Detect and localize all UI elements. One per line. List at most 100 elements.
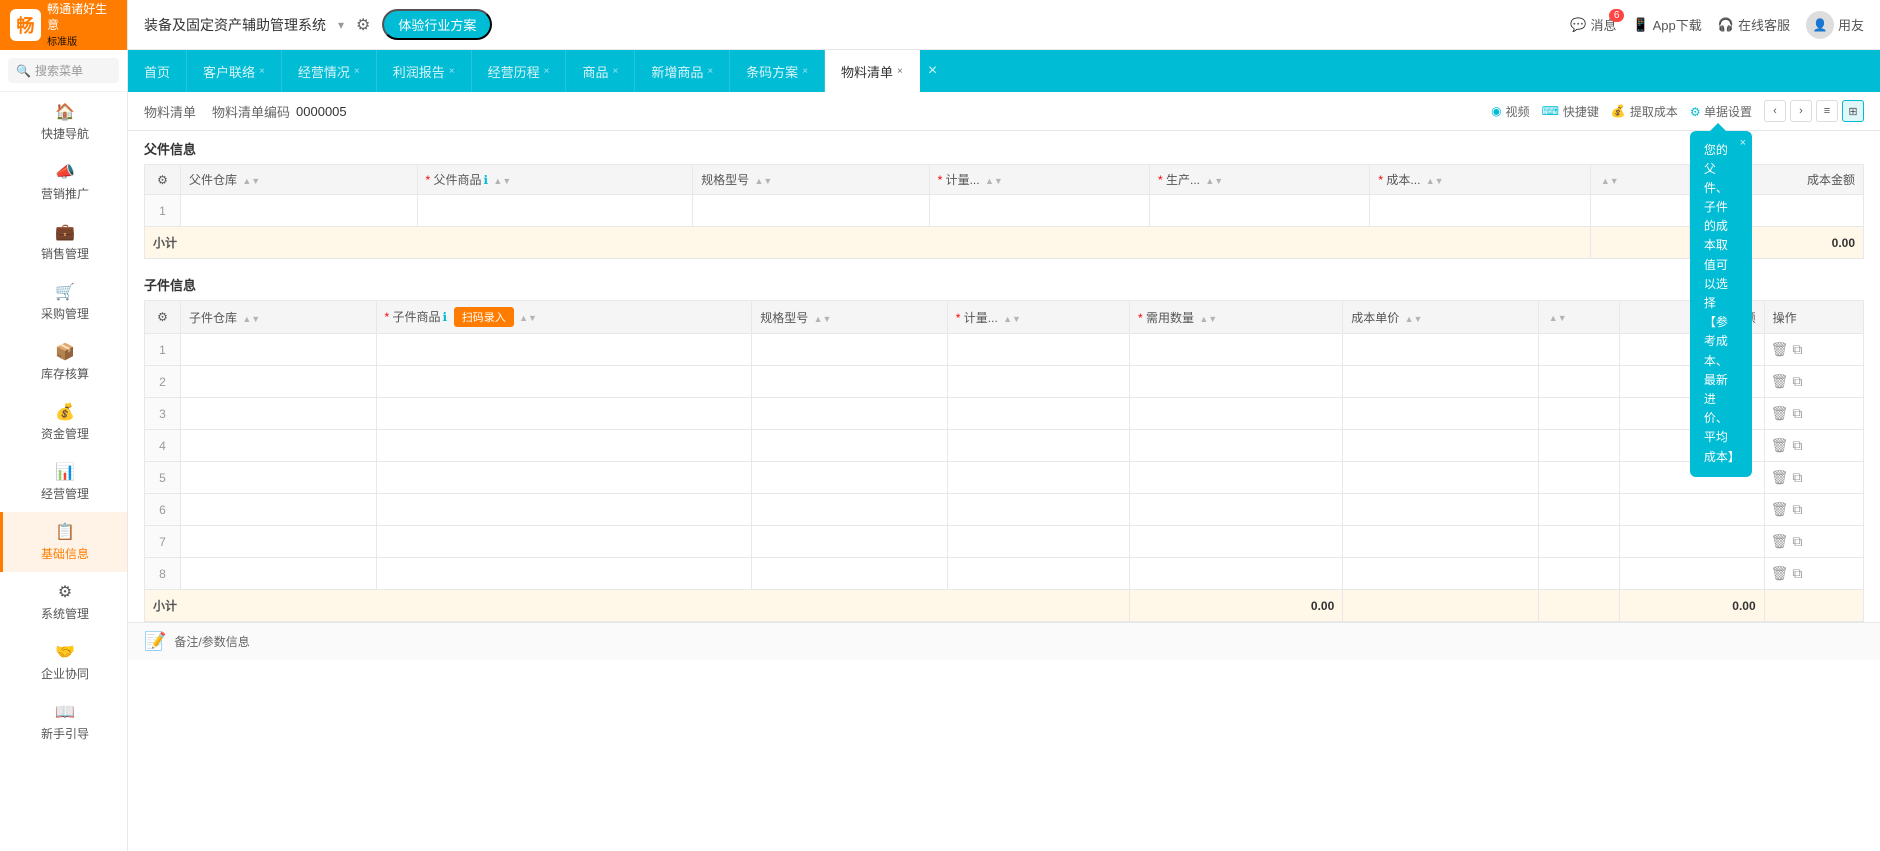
cost-action[interactable]: 💰 提取成本	[1611, 103, 1678, 120]
copy-icon-4[interactable]: ⧉	[1792, 437, 1802, 454]
child-cell-product-3[interactable]	[376, 398, 752, 430]
tab-barcode[interactable]: 条码方案 ×	[730, 50, 825, 92]
tab-customers[interactable]: 客户联络 ×	[187, 50, 282, 92]
parent-cell-product-1[interactable]	[417, 195, 693, 227]
child-cell-unitcost-4[interactable]	[1343, 430, 1539, 462]
remark-icon[interactable]: 📝	[144, 631, 166, 652]
sidebar-item-sales[interactable]: 💼 销售管理	[0, 212, 127, 272]
copy-icon-5[interactable]: ⧉	[1792, 469, 1802, 486]
child-cell-unit-8[interactable]	[947, 558, 1129, 590]
parent-product-info-icon[interactable]: ℹ	[484, 173, 489, 187]
sidebar-item-guide[interactable]: 📖 新手引导	[0, 692, 127, 752]
sidebar-item-system[interactable]: ⚙ 系统管理	[0, 572, 127, 632]
child-cell-product-8[interactable]	[376, 558, 752, 590]
copy-icon-6[interactable]: ⧉	[1792, 501, 1802, 518]
sidebar-item-enterprise[interactable]: 🤝 企业协同	[0, 632, 127, 692]
child-product-info-icon[interactable]: ℹ	[443, 310, 448, 324]
tab-bom-close[interactable]: ×	[897, 66, 903, 77]
child-cell-unitcost-5[interactable]	[1343, 462, 1539, 494]
copy-icon-7[interactable]: ⧉	[1792, 533, 1802, 550]
user-menu[interactable]: 👤 用友	[1806, 11, 1864, 39]
child-cell-unitcost-2[interactable]	[1343, 366, 1539, 398]
child-cell-unit-3[interactable]	[947, 398, 1129, 430]
child-cell-unit-4[interactable]	[947, 430, 1129, 462]
child-settings-icon[interactable]: ⚙	[157, 310, 168, 324]
child-cell-spec-8[interactable]	[752, 558, 948, 590]
tab-home[interactable]: 首页	[128, 50, 187, 92]
child-cell-product-7[interactable]	[376, 526, 752, 558]
child-cell-unitcost-8[interactable]	[1343, 558, 1539, 590]
sidebar-item-marketing[interactable]: 📣 营销推广	[0, 152, 127, 212]
child-cell-warehouse-2[interactable]	[181, 366, 377, 398]
next-page-button[interactable]: ›	[1790, 100, 1812, 122]
child-cell-qty-5[interactable]	[1130, 462, 1343, 494]
sidebar-search-area[interactable]: 🔍 搜索菜单	[0, 50, 127, 92]
child-cell-spec-5[interactable]	[752, 462, 948, 494]
system-dropdown-arrow[interactable]: ▾	[338, 18, 344, 32]
copy-icon-8[interactable]: ⧉	[1792, 565, 1802, 582]
child-cell-spec-7[interactable]	[752, 526, 948, 558]
prev-page-button[interactable]: ‹	[1764, 100, 1786, 122]
child-cell-warehouse-1[interactable]	[181, 334, 377, 366]
topbar-settings-icon[interactable]: ⚙	[356, 15, 370, 35]
child-cell-warehouse-3[interactable]	[181, 398, 377, 430]
child-cell-unit-7[interactable]	[947, 526, 1129, 558]
parent-cell-warehouse-1[interactable]	[181, 195, 418, 227]
tooltip-close-button[interactable]: ×	[1740, 135, 1746, 153]
tab-history-close[interactable]: ×	[544, 66, 550, 77]
tab-newgoods-close[interactable]: ×	[707, 66, 713, 77]
single-settings-action[interactable]: ⚙ 单据设置 × 您的父件、子件的成本取值可以选择【参考成本、最新进价、平均成本…	[1690, 103, 1752, 120]
child-cell-qty-2[interactable]	[1130, 366, 1343, 398]
tab-newgoods[interactable]: 新增商品 ×	[635, 50, 730, 92]
app-download-button[interactable]: 📱 App下载	[1632, 15, 1701, 34]
child-cell-qty-8[interactable]	[1130, 558, 1343, 590]
sidebar-item-quicknav[interactable]: 🏠 快捷导航	[0, 92, 127, 152]
child-cell-qty-6[interactable]	[1130, 494, 1343, 526]
tab-history[interactable]: 经营历程 ×	[472, 50, 567, 92]
child-cell-product-6[interactable]	[376, 494, 752, 526]
tab-operations[interactable]: 经营情况 ×	[282, 50, 377, 92]
child-cell-qty-1[interactable]	[1130, 334, 1343, 366]
copy-icon-1[interactable]: ⧉	[1792, 341, 1802, 358]
message-button[interactable]: 💬 消息 6	[1570, 15, 1616, 34]
child-cell-unitcost-3[interactable]	[1343, 398, 1539, 430]
sidebar-item-purchase[interactable]: 🛒 采购管理	[0, 272, 127, 332]
child-cell-warehouse-5[interactable]	[181, 462, 377, 494]
child-cell-qty-4[interactable]	[1130, 430, 1343, 462]
child-cell-unit-5[interactable]	[947, 462, 1129, 494]
online-service-button[interactable]: 🎧 在线客服	[1718, 15, 1790, 34]
sidebar-item-basic[interactable]: 📋 基础信息	[0, 512, 127, 572]
sidebar-item-inventory[interactable]: 📦 库存核算	[0, 332, 127, 392]
delete-icon-4[interactable]: 🗑	[1771, 437, 1789, 454]
child-cell-product-5[interactable]	[376, 462, 752, 494]
child-cell-warehouse-7[interactable]	[181, 526, 377, 558]
child-cell-spec-6[interactable]	[752, 494, 948, 526]
delete-icon-1[interactable]: 🗑	[1771, 341, 1789, 358]
child-cell-unitcost-6[interactable]	[1343, 494, 1539, 526]
child-cell-product-1[interactable]	[376, 334, 752, 366]
sidebar-item-operations[interactable]: 📊 经营管理	[0, 452, 127, 512]
trial-button[interactable]: 体验行业方案	[382, 9, 492, 40]
delete-icon-8[interactable]: 🗑	[1771, 565, 1789, 582]
child-cell-unitcost-7[interactable]	[1343, 526, 1539, 558]
child-cell-warehouse-6[interactable]	[181, 494, 377, 526]
close-all-tabs-button[interactable]: ×	[920, 62, 945, 80]
sidebar-item-finance[interactable]: 💰 资金管理	[0, 392, 127, 452]
child-cell-qty-7[interactable]	[1130, 526, 1343, 558]
copy-icon-2[interactable]: ⧉	[1792, 373, 1802, 390]
delete-icon-7[interactable]: 🗑	[1771, 533, 1789, 550]
parent-settings-icon[interactable]: ⚙	[157, 173, 168, 187]
view-action[interactable]: ◉ 视频	[1491, 103, 1530, 120]
parent-cell-spec-1[interactable]	[693, 195, 930, 227]
child-cell-unit-1[interactable]	[947, 334, 1129, 366]
child-cell-product-2[interactable]	[376, 366, 752, 398]
child-cell-qty-3[interactable]	[1130, 398, 1343, 430]
tab-operations-close[interactable]: ×	[354, 66, 360, 77]
child-cell-spec-1[interactable]	[752, 334, 948, 366]
child-cell-warehouse-8[interactable]	[181, 558, 377, 590]
child-cell-spec-3[interactable]	[752, 398, 948, 430]
delete-icon-5[interactable]: 🗑	[1771, 469, 1789, 486]
delete-icon-6[interactable]: 🗑	[1771, 501, 1789, 518]
tab-profit-close[interactable]: ×	[449, 66, 455, 77]
child-cell-unitcost-1[interactable]	[1343, 334, 1539, 366]
